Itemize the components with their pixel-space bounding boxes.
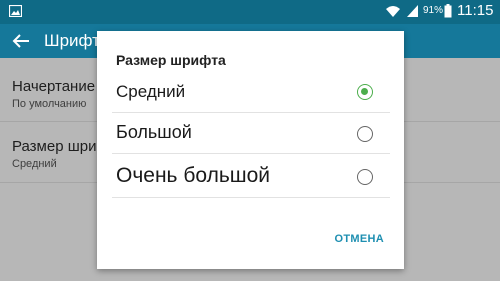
option-large[interactable]: Большой [112, 114, 390, 154]
radio-unselected[interactable] [357, 169, 373, 185]
option-medium[interactable]: Средний [112, 73, 390, 113]
cancel-button[interactable]: ОТМЕНА [335, 233, 384, 245]
option-label: Большой [116, 122, 192, 142]
dialog-title: Размер шрифта [116, 52, 226, 68]
page-title: Шрифт [44, 31, 100, 50]
option-label: Средний [116, 82, 186, 101]
font-size-dialog: Размер шрифта Средний Большой Очень боль… [97, 31, 404, 269]
radio-unselected[interactable] [357, 126, 373, 142]
option-extra-large[interactable]: Очень большой [112, 156, 390, 198]
battery-icon [444, 4, 452, 18]
radio-selected[interactable] [357, 84, 373, 100]
battery-percent: 91% [423, 5, 444, 16]
option-label: Очень большой [116, 164, 271, 187]
signal-icon [407, 5, 418, 17]
wifi-icon [386, 6, 400, 17]
back-arrow-icon[interactable] [12, 33, 30, 49]
status-clock: 11:15 [457, 2, 494, 19]
gallery-icon [9, 5, 22, 17]
status-bar: 91% 11:15 [0, 0, 500, 24]
